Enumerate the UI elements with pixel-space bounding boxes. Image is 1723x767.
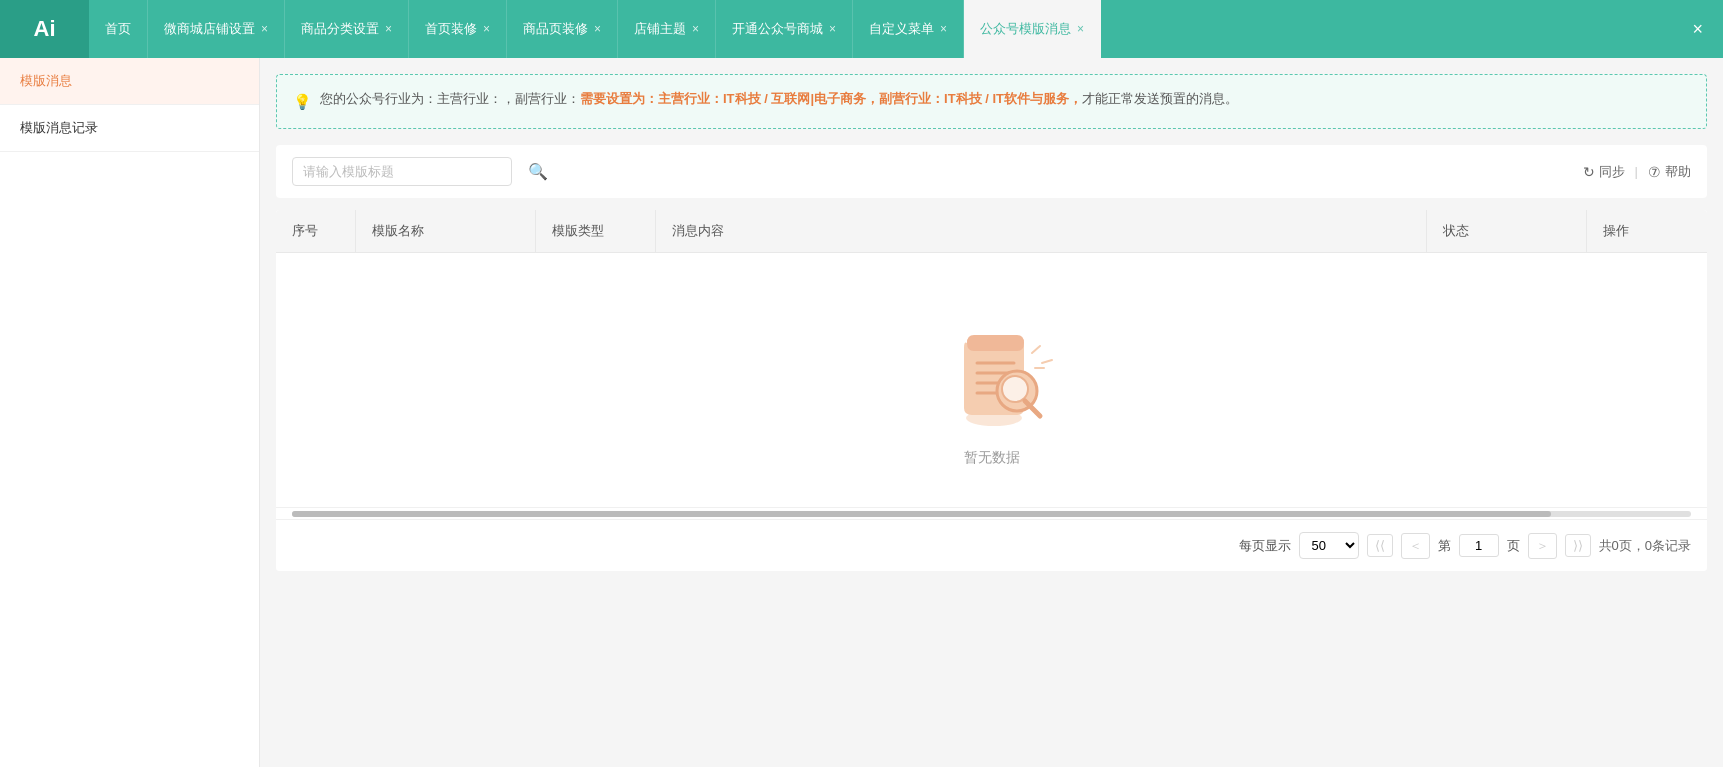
- sidebar-item-template-message-log-label: 模版消息记录: [20, 120, 98, 135]
- empty-svg: [932, 313, 1062, 443]
- nav-tab-store-theme-label: 店铺主题: [634, 20, 686, 38]
- search-left: 🔍: [292, 157, 556, 186]
- notice-highlight: 需要设置为：主营行业：IT科技 / 互联网|电子商务，副营行业：IT科技 / I…: [580, 91, 1082, 106]
- notice-prefix: 您的公众号行业为：主营行业：，副营行业：: [320, 91, 580, 106]
- col-name-label: 模版名称: [372, 223, 424, 238]
- total-info: 共0页，0条记录: [1599, 537, 1691, 555]
- col-header-content: 消息内容: [656, 210, 1427, 252]
- nav-tab-homepage-design-label: 首页装修: [425, 20, 477, 38]
- nav-tab-custom-menu-close[interactable]: ×: [940, 22, 947, 36]
- help-icon: ⑦: [1648, 164, 1661, 180]
- top-navigation: Ai 首页 微商城店铺设置 × 商品分类设置 × 首页装修 × 商品页装修 × …: [0, 0, 1723, 58]
- sync-button[interactable]: ↻ 同步: [1583, 163, 1625, 181]
- logo-text: Ai: [34, 16, 56, 42]
- col-header-name: 模版名称: [356, 210, 536, 252]
- first-page-button[interactable]: ⟨⟨: [1367, 534, 1393, 557]
- col-type-label: 模版类型: [552, 223, 604, 238]
- nav-tab-open-mall[interactable]: 开通公众号商城 ×: [716, 0, 853, 58]
- empty-text-label: 暂无数据: [964, 449, 1020, 465]
- nav-tab-store-theme-close[interactable]: ×: [692, 22, 699, 36]
- page-unit: 页: [1507, 537, 1520, 555]
- nav-tab-template-msg[interactable]: 公众号模版消息 ×: [964, 0, 1101, 58]
- svg-line-9: [1042, 360, 1052, 363]
- nav-tab-home[interactable]: 首页: [89, 0, 148, 58]
- help-label: 帮助: [1665, 163, 1691, 181]
- prev-page-button[interactable]: ＜: [1401, 533, 1430, 559]
- search-button[interactable]: 🔍: [520, 158, 556, 185]
- svg-point-6: [1002, 376, 1028, 402]
- scrollbar-thumb: [292, 511, 1551, 517]
- nav-tab-shop-settings-label: 微商城店铺设置: [164, 20, 255, 38]
- nav-tab-home-label: 首页: [105, 20, 131, 38]
- nav-tab-list: 首页 微商城店铺设置 × 商品分类设置 × 首页装修 × 商品页装修 × 店铺主…: [89, 0, 1672, 58]
- col-header-type: 模版类型: [536, 210, 656, 252]
- scrollbar-track: [292, 511, 1691, 517]
- page-size-select[interactable]: 50 10 20 100: [1299, 532, 1359, 559]
- nav-tab-homepage-design[interactable]: 首页装修 ×: [409, 0, 507, 58]
- search-bar: 🔍 ↻ 同步 | ⑦ 帮助: [276, 145, 1707, 198]
- col-header-index: 序号: [276, 210, 356, 252]
- empty-state: 暂无数据: [276, 253, 1707, 507]
- last-page-button[interactable]: ⟩⟩: [1565, 534, 1591, 557]
- sidebar-item-template-message-label: 模版消息: [20, 73, 72, 88]
- nav-tab-category-settings-label: 商品分类设置: [301, 20, 379, 38]
- nav-tab-product-design-label: 商品页装修: [523, 20, 588, 38]
- nav-tab-store-theme[interactable]: 店铺主题 ×: [618, 0, 716, 58]
- col-index-label: 序号: [292, 223, 318, 238]
- search-right: ↻ 同步 | ⑦ 帮助: [1583, 163, 1691, 181]
- page-number-input[interactable]: [1459, 534, 1499, 557]
- search-icon: 🔍: [528, 163, 548, 180]
- col-status-label: 状态: [1443, 223, 1469, 238]
- pagination: 每页显示 50 10 20 100 ⟨⟨ ＜ 第 页 ＞ ⟩⟩ 共0页，0条记录: [276, 519, 1707, 571]
- notice-text: 您的公众号行业为：主营行业：，副营行业：需要设置为：主营行业：IT科技 / 互联…: [320, 89, 1690, 110]
- svg-line-8: [1032, 346, 1040, 353]
- nav-tab-open-mall-close[interactable]: ×: [829, 22, 836, 36]
- page-size-label: 每页显示: [1239, 537, 1291, 555]
- page-label: 第: [1438, 537, 1451, 555]
- nav-tab-template-msg-label: 公众号模版消息: [980, 20, 1071, 38]
- notice-suffix: 才能正常发送预置的消息。: [1082, 91, 1238, 106]
- sidebar: 模版消息 模版消息记录: [0, 58, 260, 767]
- app-logo: Ai: [0, 0, 89, 58]
- nav-tab-shop-settings-close[interactable]: ×: [261, 22, 268, 36]
- nav-tab-custom-menu-label: 自定义菜单: [869, 20, 934, 38]
- col-header-status: 状态: [1427, 210, 1587, 252]
- nav-tab-product-design[interactable]: 商品页装修 ×: [507, 0, 618, 58]
- sidebar-item-template-message[interactable]: 模版消息: [0, 58, 259, 105]
- main-content: 💡 您的公众号行业为：主营行业：，副营行业：需要设置为：主营行业：IT科技 / …: [260, 58, 1723, 767]
- col-header-action: 操作: [1587, 210, 1707, 252]
- empty-illustration: [932, 313, 1052, 433]
- notice-box: 💡 您的公众号行业为：主营行业：，副营行业：需要设置为：主营行业：IT科技 / …: [276, 74, 1707, 129]
- help-button[interactable]: ⑦ 帮助: [1648, 163, 1691, 181]
- table-header: 序号 模版名称 模版类型 消息内容 状态 操作: [276, 210, 1707, 253]
- close-all-tabs-button[interactable]: ×: [1672, 19, 1723, 40]
- nav-tab-template-msg-close[interactable]: ×: [1077, 22, 1084, 36]
- main-layout: 模版消息 模版消息记录 💡 您的公众号行业为：主营行业：，副营行业：需要设置为：…: [0, 58, 1723, 767]
- sidebar-item-template-message-log[interactable]: 模版消息记录: [0, 105, 259, 152]
- next-page-button[interactable]: ＞: [1528, 533, 1557, 559]
- nav-tab-homepage-design-close[interactable]: ×: [483, 22, 490, 36]
- nav-tab-category-settings-close[interactable]: ×: [385, 22, 392, 36]
- sync-icon: ↻: [1583, 164, 1595, 180]
- nav-tab-open-mall-label: 开通公众号商城: [732, 20, 823, 38]
- col-action-label: 操作: [1603, 223, 1629, 238]
- nav-tab-custom-menu[interactable]: 自定义菜单 ×: [853, 0, 964, 58]
- sync-label: 同步: [1599, 163, 1625, 181]
- divider: |: [1635, 164, 1638, 179]
- col-content-label: 消息内容: [672, 223, 724, 238]
- nav-tab-shop-settings[interactable]: 微商城店铺设置 ×: [148, 0, 285, 58]
- notice-icon: 💡: [293, 90, 312, 114]
- data-table: 序号 模版名称 模版类型 消息内容 状态 操作: [276, 210, 1707, 571]
- nav-tab-category-settings[interactable]: 商品分类设置 ×: [285, 0, 409, 58]
- empty-text: 暂无数据: [964, 449, 1020, 467]
- search-input[interactable]: [292, 157, 512, 186]
- nav-tab-product-design-close[interactable]: ×: [594, 22, 601, 36]
- horizontal-scrollbar[interactable]: [276, 507, 1707, 519]
